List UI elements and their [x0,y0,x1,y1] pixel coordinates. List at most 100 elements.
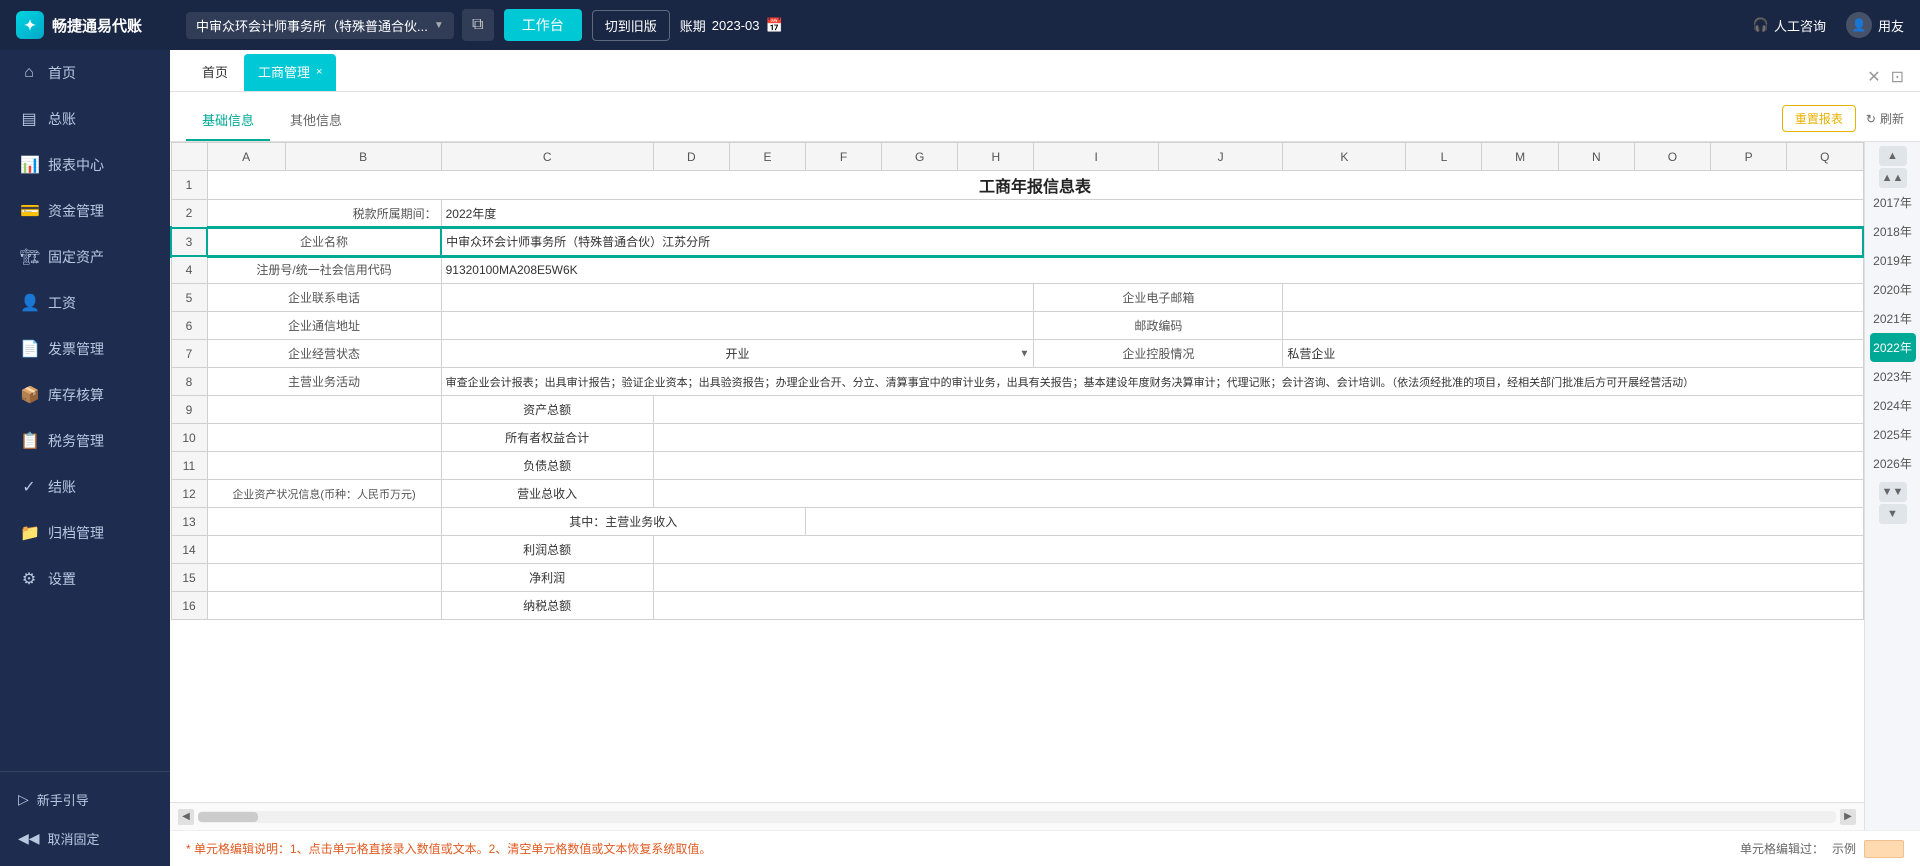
year-item-2023[interactable]: 2023年 [1870,362,1916,391]
year-item-2026[interactable]: 2026年 [1870,449,1916,478]
row-num-7: 7 [171,340,207,368]
biz-status-label: 企业经营状态 [207,340,441,368]
sub-tab-other[interactable]: 其他信息 [274,104,358,141]
refresh-button[interactable]: ↻ 刷新 [1866,110,1904,127]
company-selector[interactable]: 中审众环会计师事务所（特殊普通合伙... ▼ [186,12,454,39]
expand-icon[interactable]: ⊡ [1891,67,1904,87]
footer-right: 单元格编辑过： 示例 [1740,840,1904,858]
finance-icon: 💳 [20,201,38,221]
main-biz-value[interactable]: 审查企业会计报表；出具审计报告；验证企业资本；出具验资报告；办理企业合开、分立、… [441,368,1863,396]
sidebar-item-salary[interactable]: 👤 工资 [0,280,170,326]
sidebar-item-invoice[interactable]: 📄 发票管理 [0,326,170,372]
spreadsheet-container[interactable]: A B C D E F G H I J [170,142,1864,802]
biz-status-value[interactable]: 开业 [441,340,1034,368]
company-name: 中审众环会计师事务所（特殊普通合伙... [196,16,428,35]
sidebar-item-archive[interactable]: 📁 归档管理 [0,510,170,556]
tab-home[interactable]: 首页 [186,54,244,91]
scrollbar-thumb [198,812,258,822]
header-right: 🎧 人工咨询 👤 用友 [1753,12,1904,38]
sidebar-item-close[interactable]: ✓ 结账 [0,464,170,510]
tab-business-mgmt[interactable]: 工商管理 × [244,54,336,91]
reg-no-label: 注册号/统一社会信用代码 [207,256,441,284]
row2-value[interactable]: 2022年度 [441,200,1863,228]
postal-value[interactable] [1283,312,1863,340]
sidebar-item-ledger[interactable]: ▤ 总账 [0,96,170,142]
sidebar-item-label: 发票管理 [48,339,104,359]
sidebar-scroll: ⌂ 首页 ▤ 总账 📊 报表中心 💳 资金管理 🏗 固定资产 👤 工资 [0,50,170,771]
table-row: 3 企业名称 中审众环会计师事务所（特殊普通合伙）江苏分所 [171,228,1863,256]
sub-tab-basic[interactable]: 基础信息 [186,104,270,141]
workbench-button[interactable]: 工作台 [504,9,582,41]
row-num-15: 15 [171,564,207,592]
scroll-left-button[interactable]: ◀ [178,809,194,825]
total-tax-value[interactable] [653,592,1863,620]
total-profit-value[interactable] [653,536,1863,564]
equity-label: 所有者权益合计 [441,424,653,452]
email-value[interactable] [1283,284,1863,312]
spreadsheet-main: A B C D E F G H I J [170,142,1864,830]
new-guide-button[interactable]: ▷ 新手引导 [0,780,170,819]
year-item-2022[interactable]: 2022年 [1870,333,1916,362]
title-cell: 工商年报信息表 [207,171,1863,200]
scroll-right-button[interactable]: ▶ [1840,809,1856,825]
year-item-2025[interactable]: 2025年 [1870,420,1916,449]
year-item-2021[interactable]: 2021年 [1870,304,1916,333]
liability-value[interactable] [653,452,1863,480]
switch-version-button[interactable]: 切到旧版 [592,10,670,41]
year-item-2019[interactable]: 2019年 [1870,246,1916,275]
assets-icon: 🏗 [20,247,38,267]
period-area: 账期 2023-03 📅 [680,16,783,35]
chevron-down-icon: ▼ [434,20,444,31]
sidebar-item-reports[interactable]: 📊 报表中心 [0,142,170,188]
copy-button[interactable]: ⧉ [462,9,494,41]
tab-bar: 首页 工商管理 × ✕ ⊡ [170,50,1920,92]
row-num-8: 8 [171,368,207,396]
year-up-button[interactable]: ▲ [1879,146,1907,166]
year-nav: ▲ ▲▲ [1865,146,1920,188]
horizontal-scrollbar[interactable] [198,811,1836,823]
table-row: 9 资产总额 [171,396,1863,424]
close-icon[interactable]: ✕ [1867,67,1880,87]
year-item-2017[interactable]: 2017年 [1870,188,1916,217]
year-item-2020[interactable]: 2020年 [1870,275,1916,304]
guide-icon: ▷ [18,791,29,808]
year-item-2024[interactable]: 2024年 [1870,391,1916,420]
equity-value[interactable] [653,424,1863,452]
reset-report-button[interactable]: 重置报表 [1782,105,1856,132]
company-name-label: 企业名称 [207,228,441,256]
total-profit-label: 利润总额 [441,536,653,564]
sidebar-item-label: 总账 [48,109,76,129]
tab-close-icon[interactable]: × [316,66,322,78]
calendar-icon[interactable]: 📅 [766,17,783,34]
holding-value[interactable]: 私营企业 [1283,340,1863,368]
total-revenue-value[interactable] [653,480,1863,508]
year-up-double-button[interactable]: ▲▲ [1879,168,1907,188]
phone-value[interactable] [441,284,1034,312]
col-header-a: A [207,143,285,171]
sidebar-item-tax[interactable]: 📋 税务管理 [0,418,170,464]
sidebar-item-inventory[interactable]: 📦 库存核算 [0,372,170,418]
year-item-2018[interactable]: 2018年 [1870,217,1916,246]
unpin-button[interactable]: ◀◀ 取消固定 [0,819,170,858]
sidebar-item-home[interactable]: ⌂ 首页 [0,50,170,96]
company-name-value[interactable]: 中审众环会计师事务所（特殊普通合伙）江苏分所 [441,228,1863,256]
sidebar-item-finance[interactable]: 💳 资金管理 [0,188,170,234]
address-value[interactable] [441,312,1034,340]
main-revenue-value[interactable] [806,508,1863,536]
sidebar-item-assets[interactable]: 🏗 固定资产 [0,234,170,280]
total-revenue-label: 营业总收入 [441,480,653,508]
consult-button[interactable]: 🎧 人工咨询 [1753,16,1826,35]
net-profit-value[interactable] [653,564,1863,592]
postal-label: 邮政编码 [1034,312,1283,340]
row-num-9: 9 [171,396,207,424]
user-area[interactable]: 👤 用友 [1846,12,1904,38]
sidebar-item-settings[interactable]: ⚙ 设置 [0,556,170,602]
sub-tab-actions: 重置报表 ↻ 刷新 [1782,105,1904,140]
col-header-f: F [806,143,882,171]
total-assets-value[interactable] [653,396,1863,424]
gear-icon: ⚙ [20,569,38,589]
year-down-double-button[interactable]: ▼▼ [1879,482,1907,502]
reg-no-value[interactable]: 91320100MA208E5W6K [441,256,1863,284]
sidebar-item-label: 税务管理 [48,431,104,451]
year-down-button[interactable]: ▼ [1879,504,1907,524]
